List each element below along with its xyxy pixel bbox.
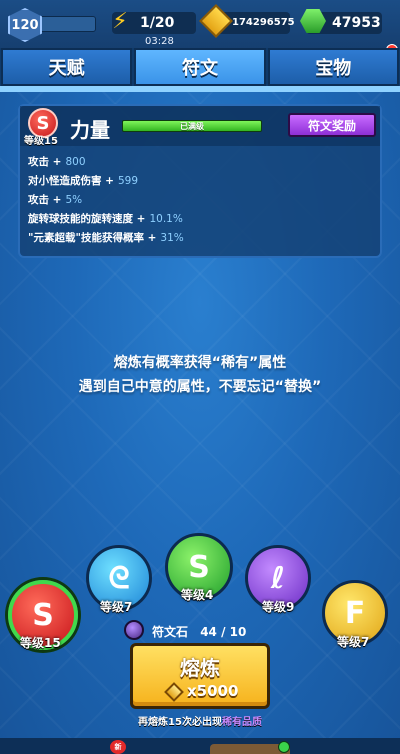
rune-reward-label: 符文奖励	[307, 118, 356, 133]
smelt-hint-line-1: 熔炼有概率获得“稀有”属性	[113, 355, 287, 371]
player-level: 120	[11, 17, 39, 33]
stat-value: 599	[117, 174, 138, 187]
bottom-nav-bar	[0, 738, 400, 754]
stat-row: 攻击 + 800	[28, 152, 368, 171]
stat-label: 攻击 +	[28, 156, 62, 168]
yellow-f-icon: F	[344, 595, 366, 631]
stat-label: 攻击 +	[28, 194, 62, 206]
rune-stone-counter: 符文石 44 / 10	[152, 623, 246, 640]
tab-underline	[0, 86, 400, 92]
xp-bar	[38, 16, 96, 32]
green-s-icon: S	[188, 549, 210, 585]
rune-card-header: S 等级15 力量 已满级 符文奖励	[20, 106, 380, 147]
rune-stat-list: 攻击 + 800 对小怪造成伤害 + 599 攻击 + 5% 旋转球技能的旋转速…	[28, 152, 368, 247]
rune-stone-count: 44 / 10	[200, 625, 247, 639]
stat-value: 800	[65, 155, 86, 168]
tab-treasure-label: 宝物	[315, 58, 352, 79]
smelt-guarantee-text: 再熔炼15次必出现稀有品质	[0, 713, 400, 728]
tab-treasure[interactable]: 宝物	[267, 48, 399, 86]
rune-max-status: 已满级	[180, 121, 204, 131]
swirl-icon: ᘓ	[108, 560, 130, 596]
rune-name: 力量	[70, 118, 110, 142]
rune-info-card: S 等级15 力量 已满级 符文奖励 攻击 + 800 对小怪造成伤害 + 59…	[18, 104, 382, 258]
smelt-hint-line-2: 遇到自己中意的属性，不要忘记“替换”	[78, 379, 322, 395]
energy-timer: 03:28	[145, 36, 174, 47]
stat-value: 31%	[160, 231, 184, 244]
upgrade-arrow-icon	[278, 741, 290, 753]
stat-row: 攻击 + 5%	[28, 190, 368, 209]
rune-level-purple: 等级9	[262, 600, 295, 614]
stat-label: "元素超载"技能获得概率 +	[28, 232, 157, 244]
rune-reward-button[interactable]: 符文奖励	[288, 113, 376, 137]
top-resource-bar: 120 ⚡ 1/20 03:28 174296575 47953	[0, 0, 400, 48]
stat-value: 10.1%	[149, 212, 183, 225]
guarantee-highlight: 稀有品质	[221, 717, 262, 728]
gold-coin-icon	[164, 682, 184, 702]
tab-bar: 天赋 符文 宝物	[0, 48, 400, 86]
smelt-button-label: 熔炼	[180, 656, 220, 680]
stat-row: 旋转球技能的旋转速度 + 10.1%	[28, 209, 368, 228]
new-badge-label: 新	[114, 743, 122, 751]
tab-talent-label: 天赋	[48, 58, 85, 79]
rune-level-yellow: 等级7	[337, 635, 370, 649]
rune-level-blue: 等级7	[100, 600, 133, 614]
purple-rune-icon: ℓ	[270, 560, 286, 596]
stat-row: "元素超载"技能获得概率 + 31%	[28, 228, 368, 247]
new-badge: 新	[110, 740, 126, 754]
gold-value: 174296575	[232, 17, 295, 28]
rune-level-progress-bar: 已满级	[122, 120, 262, 132]
tab-talent[interactable]: 天赋	[1, 48, 133, 86]
rune-stone-icon	[124, 620, 144, 640]
player-level-badge[interactable]: 120	[8, 8, 42, 42]
stat-label: 对小怪造成伤害 +	[28, 175, 114, 187]
smelt-button[interactable]: 熔炼 x5000	[130, 643, 270, 709]
rune-level-green: 等级4	[181, 588, 214, 602]
lightning-icon: ⚡	[112, 9, 128, 34]
rune-level-red: 等级15	[20, 636, 61, 650]
red-s-icon: S	[32, 597, 54, 633]
stat-row: 对小怪造成伤害 + 599	[28, 171, 368, 190]
tab-rune-label: 符文	[181, 58, 218, 79]
tab-rune[interactable]: 符文	[134, 48, 266, 86]
energy-value: 1/20	[140, 15, 175, 31]
smelt-cost: x5000	[187, 682, 239, 700]
rune-stone-label: 符文石	[152, 625, 189, 639]
rune-badge-level: 等级15	[24, 136, 58, 147]
stat-value: 5%	[65, 193, 83, 206]
gem-value: 47953	[332, 15, 381, 31]
guarantee-prefix: 再熔炼15次必出现	[138, 717, 222, 728]
stat-label: 旋转球技能的旋转速度 +	[28, 213, 146, 225]
